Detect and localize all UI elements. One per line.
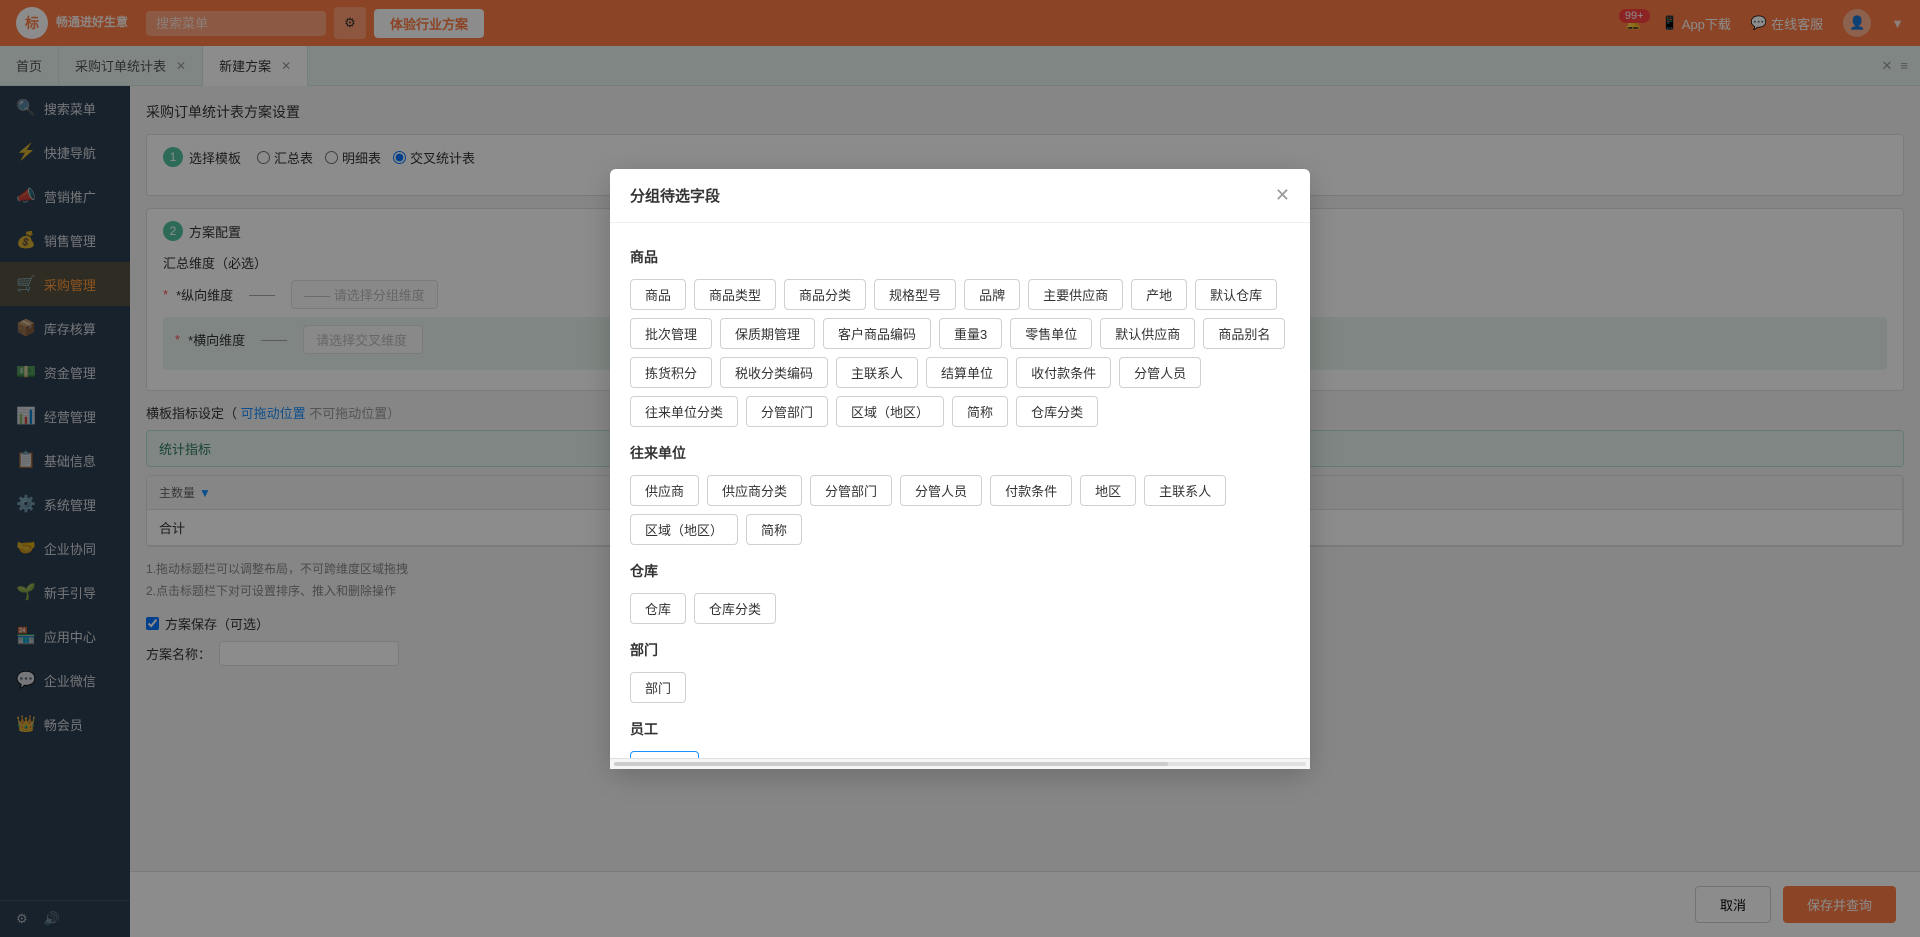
modal-header: 分组待选字段 ✕: [610, 169, 1310, 223]
field-tax-code[interactable]: 税收分类编码: [720, 357, 828, 388]
section-title-partner: 往来单位: [630, 443, 1290, 463]
section-title-warehouse: 仓库: [630, 561, 1290, 581]
section-title-dept: 部门: [630, 640, 1290, 660]
field-warehouse-category[interactable]: 仓库分类: [1016, 396, 1098, 427]
modal-body: 商品 商品 商品类型 商品分类 规格型号 品牌 主要供应商 产地 默认仓库 批次…: [610, 223, 1310, 758]
modal-close-button[interactable]: ✕: [1275, 186, 1290, 204]
field-grid-employee: 业务员: [630, 751, 1290, 758]
modal-dialog: 分组待选字段 ✕ 商品 商品 商品类型 商品分类 规格型号 品牌 主要供应商 产…: [610, 169, 1310, 769]
field-product-alias[interactable]: 商品别名: [1203, 318, 1285, 349]
field-pick-score[interactable]: 拣货积分: [630, 357, 712, 388]
section-title-employee: 员工: [630, 719, 1290, 739]
field-origin[interactable]: 产地: [1131, 279, 1187, 310]
field-grid-product: 商品 商品类型 商品分类 规格型号 品牌 主要供应商 产地 默认仓库 批次管理 …: [630, 279, 1290, 427]
field-dept[interactable]: 分管部门: [810, 475, 892, 506]
field-grid-dept: 部门: [630, 672, 1290, 703]
field-pay-terms[interactable]: 付款条件: [990, 475, 1072, 506]
field-expiry-mgmt[interactable]: 保质期管理: [720, 318, 815, 349]
field-short-name[interactable]: 简称: [952, 396, 1008, 427]
field-contact[interactable]: 主联系人: [1144, 475, 1226, 506]
field-batch-mgmt[interactable]: 批次管理: [630, 318, 712, 349]
field-abbr[interactable]: 简称: [746, 514, 802, 545]
field-product-category[interactable]: 商品分类: [784, 279, 866, 310]
modal-overlay[interactable]: 分组待选字段 ✕ 商品 商品 商品类型 商品分类 规格型号 品牌 主要供应商 产…: [0, 0, 1920, 937]
section-title-product: 商品: [630, 247, 1290, 267]
field-main-contact[interactable]: 主联系人: [836, 357, 918, 388]
field-customer-code[interactable]: 客户商品编码: [823, 318, 931, 349]
field-brand[interactable]: 品牌: [964, 279, 1020, 310]
field-warehouse[interactable]: 仓库: [630, 593, 686, 624]
field-manager[interactable]: 分管人员: [900, 475, 982, 506]
field-payment-terms[interactable]: 收付款条件: [1016, 357, 1111, 388]
field-supplier[interactable]: 供应商: [630, 475, 699, 506]
field-spec-model[interactable]: 规格型号: [874, 279, 956, 310]
field-manager-staff[interactable]: 分管人员: [1119, 357, 1201, 388]
field-sales-rep[interactable]: 业务员: [630, 751, 699, 758]
field-main-supplier[interactable]: 主要供应商: [1028, 279, 1123, 310]
modal-hscroll: [610, 758, 1310, 769]
field-retail-unit[interactable]: 零售单位: [1010, 318, 1092, 349]
field-default-warehouse[interactable]: 默认仓库: [1195, 279, 1277, 310]
field-grid-warehouse: 仓库 仓库分类: [630, 593, 1290, 624]
field-supplier-category[interactable]: 供应商分类: [707, 475, 802, 506]
field-default-supplier[interactable]: 默认供应商: [1100, 318, 1195, 349]
field-region[interactable]: 区域（地区）: [836, 396, 944, 427]
modal-title: 分组待选字段: [630, 185, 720, 206]
field-settle-unit[interactable]: 结算单位: [926, 357, 1008, 388]
field-product-type[interactable]: 商品类型: [694, 279, 776, 310]
field-partner-category[interactable]: 往来单位分类: [630, 396, 738, 427]
field-weight3[interactable]: 重量3: [939, 318, 1002, 349]
field-warehouse-cat[interactable]: 仓库分类: [694, 593, 776, 624]
field-product[interactable]: 商品: [630, 279, 686, 310]
field-area[interactable]: 地区: [1080, 475, 1136, 506]
field-grid-partner: 供应商 供应商分类 分管部门 分管人员 付款条件 地区 主联系人 区域（地区） …: [630, 475, 1290, 545]
field-region2[interactable]: 区域（地区）: [630, 514, 738, 545]
field-mgmt-dept[interactable]: 分管部门: [746, 396, 828, 427]
field-department[interactable]: 部门: [630, 672, 686, 703]
